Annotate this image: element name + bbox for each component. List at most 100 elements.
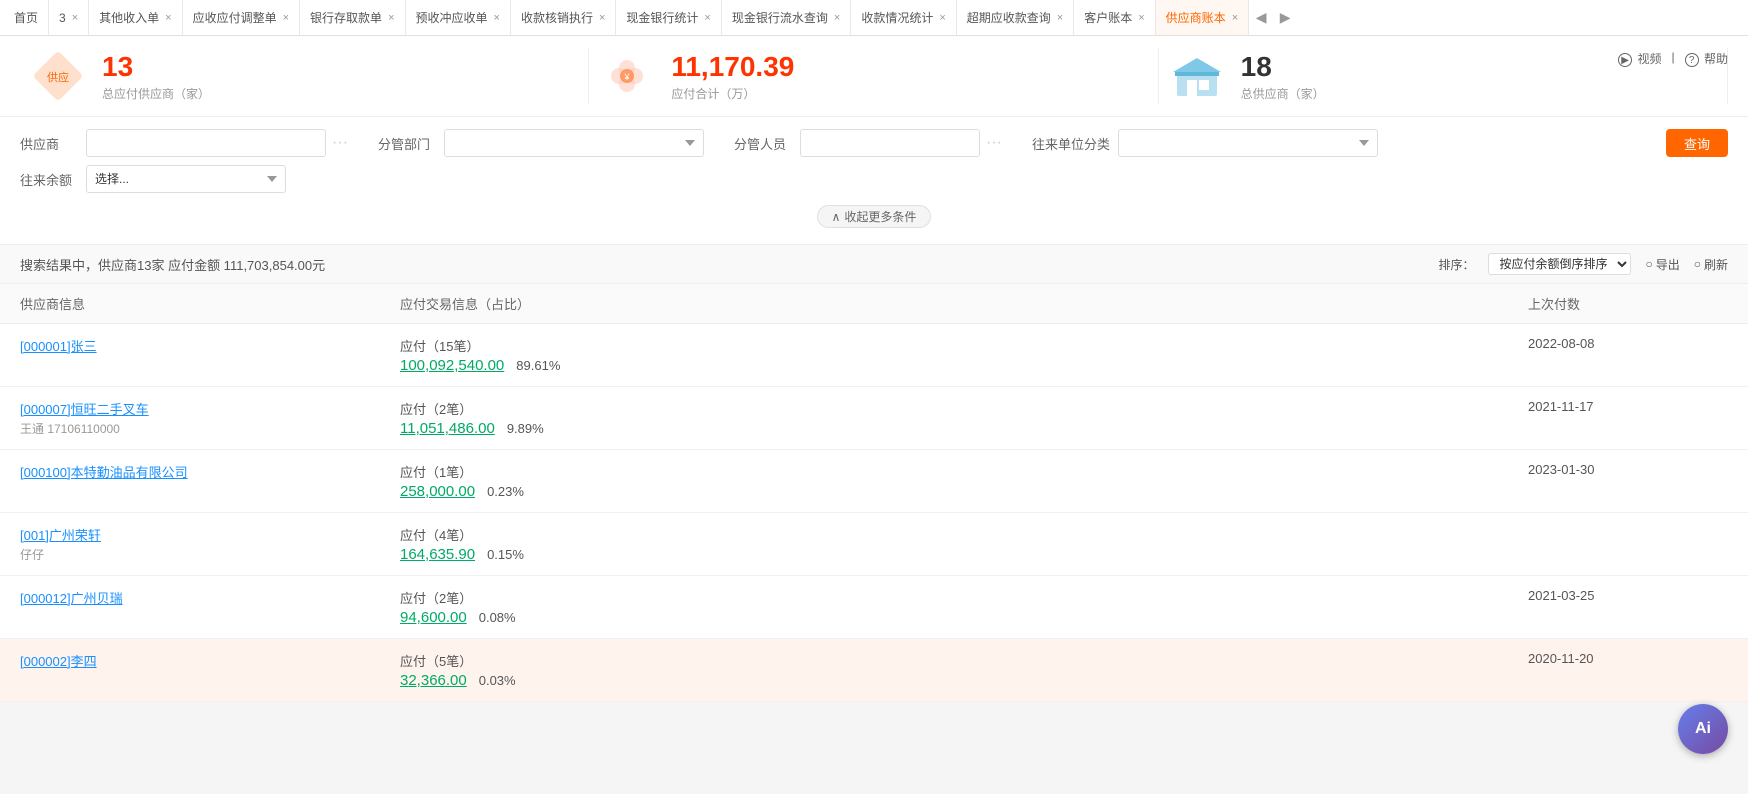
ai-label: Ai: [1695, 720, 1711, 738]
tab-receipt-stats-close[interactable]: ×: [939, 12, 945, 24]
export-icon: ○: [1645, 257, 1652, 271]
tab-other-income-close[interactable]: ×: [165, 12, 171, 24]
tab-3[interactable]: 3 ×: [49, 0, 89, 36]
transaction-percent: 89.61%: [516, 358, 560, 373]
table-row[interactable]: [000001]张三 应付（15笔） 100,092,540.00 89.61%…: [0, 324, 1748, 387]
header-supplier: 供应商信息: [20, 294, 400, 313]
tab-cash-bank-stats[interactable]: 现金银行统计 ×: [616, 0, 721, 36]
table-row[interactable]: [000100]本特勤油品有限公司 应付（1笔） 258,000.00 0.23…: [0, 450, 1748, 513]
supplier-cell: [000007]恒旺二手叉车 王通 17106110000: [20, 399, 400, 437]
payable-suppliers-label: 总应付供应商（家）: [102, 85, 210, 102]
video-icon: ▶: [1618, 53, 1632, 67]
search-button[interactable]: 查询: [1666, 129, 1728, 157]
tab-cash-bank-flow[interactable]: 现金银行流水查询 ×: [722, 0, 851, 36]
tab-receipt-exec-label: 收款核销执行: [521, 9, 593, 26]
tab-receipt-exec-close[interactable]: ×: [599, 12, 605, 24]
transaction-percent: 9.89%: [507, 421, 544, 436]
lastpay-cell: 2022-08-08: [1528, 336, 1728, 351]
table-row[interactable]: [000002]李四 应付（5笔） 32,366.00 0.03% 2020-1…: [0, 639, 1748, 702]
tab-receipt-stats[interactable]: 收款情况统计 ×: [851, 0, 956, 36]
transaction-amount[interactable]: 94,600.00: [400, 609, 467, 626]
tab-supplier-ledger-close[interactable]: ×: [1232, 12, 1238, 24]
supplier-link[interactable]: [001]广州荣轩: [20, 525, 400, 544]
summary-card-payable-amount: ¥ 11,170.39 应付合计（万）: [589, 48, 1158, 104]
tab-overdue-ar-close[interactable]: ×: [1057, 12, 1063, 24]
tab-home-label: 首页: [14, 9, 38, 26]
transaction-amount[interactable]: 100,092,540.00: [400, 357, 504, 374]
tab-supplier-ledger-label: 供应商账本: [1166, 9, 1226, 26]
transaction-amount[interactable]: 11,051,486.00: [400, 420, 495, 437]
balance-select[interactable]: 选择...: [86, 165, 286, 193]
video-link[interactable]: ▶ 视频: [1618, 50, 1661, 67]
transaction-label: 应付（15笔）: [400, 336, 1528, 355]
tab-customer-ledger-close[interactable]: ×: [1138, 12, 1144, 24]
filter-row-2: 往来余额 选择...: [20, 165, 1728, 193]
tab-supplier-ledger[interactable]: 供应商账本 ×: [1156, 0, 1249, 36]
transaction-percent: 0.03%: [479, 673, 516, 688]
svg-text:供应: 供应: [47, 70, 69, 84]
supplier-link[interactable]: [000007]恒旺二手叉车: [20, 399, 400, 418]
filter-balance: 往来余额 选择...: [20, 165, 286, 193]
tab-bar: 首页 3 × 其他收入单 × 应收应付调整单 × 银行存取款单 × 预收冲应收单…: [0, 0, 1748, 36]
transaction-amount[interactable]: 164,635.90: [400, 546, 475, 563]
tab-ar-ap-adjust-close[interactable]: ×: [283, 12, 289, 24]
store-icon: [1169, 48, 1225, 104]
person-ellipsis[interactable]: ···: [986, 134, 1002, 152]
person-input[interactable]: [800, 129, 980, 157]
supplier-link[interactable]: [000012]广州贝瑞: [20, 588, 400, 607]
payable-suppliers-number: 13: [102, 50, 210, 84]
table-row[interactable]: [000012]广州贝瑞 应付（2笔） 94,600.00 0.08% 2021…: [0, 576, 1748, 639]
separator: |: [1672, 50, 1675, 67]
tab-nav-left[interactable]: ◀: [1249, 0, 1273, 36]
ai-button[interactable]: Ai: [1678, 704, 1728, 754]
tab-overdue-ar[interactable]: 超期应收款查询 ×: [957, 0, 1074, 36]
tab-home[interactable]: 首页: [4, 0, 49, 36]
transaction-amount[interactable]: 32,366.00: [400, 672, 467, 689]
payable-amount-content: 11,170.39 应付合计（万）: [671, 50, 794, 103]
result-actions: 排序： 按应付余额倒序排序 ○ 导出 ○ 刷新: [1438, 253, 1728, 275]
balance-label: 往来余额: [20, 170, 80, 189]
supplier-link[interactable]: [000100]本特勤油品有限公司: [20, 462, 400, 481]
transaction-label: 应付（4笔）: [400, 525, 1528, 544]
header-lastpay: 上次付数: [1528, 294, 1728, 313]
lastpay-cell: 2021-11-17: [1528, 399, 1728, 414]
supplier-cell: [000002]李四: [20, 651, 400, 670]
refresh-icon: ○: [1694, 257, 1701, 271]
tab-receipt-exec[interactable]: 收款核销执行 ×: [511, 0, 616, 36]
collapse-button[interactable]: ∧ 收起更多条件: [817, 205, 932, 228]
table-row[interactable]: [000007]恒旺二手叉车 王通 17106110000 应付（2笔） 11,…: [0, 387, 1748, 450]
tab-prepay-offset-close[interactable]: ×: [494, 12, 500, 24]
tab-cash-bank-stats-close[interactable]: ×: [704, 12, 710, 24]
tab-prepay-offset[interactable]: 预收冲应收单 ×: [406, 0, 511, 36]
collapse-area: ∧ 收起更多条件: [20, 201, 1728, 236]
supplier-link[interactable]: [000001]张三: [20, 336, 400, 355]
table-scroll-area[interactable]: [000001]张三 应付（15笔） 100,092,540.00 89.61%…: [0, 324, 1748, 702]
tab-customer-ledger[interactable]: 客户账本 ×: [1074, 0, 1155, 36]
table-row[interactable]: [001]广州荣轩 仔仔 应付（4笔） 164,635.90 0.15%: [0, 513, 1748, 576]
tab-receipt-stats-label: 收款情况统计: [861, 9, 933, 26]
export-button[interactable]: ○ 导出: [1645, 256, 1679, 273]
department-select[interactable]: [444, 129, 704, 157]
category-select[interactable]: [1118, 129, 1378, 157]
transaction-label: 应付（2笔）: [400, 399, 1528, 418]
tab-cash-bank-flow-close[interactable]: ×: [834, 12, 840, 24]
tab-ar-ap-adjust[interactable]: 应收应付调整单 ×: [183, 0, 300, 36]
transaction-amount[interactable]: 258,000.00: [400, 483, 475, 500]
department-label: 分管部门: [378, 134, 438, 153]
tab-bank-deposit[interactable]: 银行存取款单 ×: [300, 0, 405, 36]
sort-label: 排序：: [1438, 256, 1474, 273]
help-link[interactable]: ? 帮助: [1685, 50, 1728, 67]
tab-3-close[interactable]: ×: [72, 12, 78, 24]
sort-select[interactable]: 按应付余额倒序排序: [1488, 253, 1631, 275]
total-suppliers-content: 18 总供应商（家）: [1241, 50, 1325, 103]
last-pay-date: 2023-01-30: [1528, 462, 1595, 477]
tab-nav-right[interactable]: ▶: [1273, 0, 1297, 36]
tab-other-income[interactable]: 其他收入单 ×: [89, 0, 182, 36]
lastpay-cell: 2020-11-20: [1528, 651, 1728, 666]
tab-bank-deposit-close[interactable]: ×: [388, 12, 394, 24]
supplier-ellipsis[interactable]: ···: [332, 134, 348, 152]
category-label: 往来单位分类: [1032, 134, 1112, 153]
supplier-link[interactable]: [000002]李四: [20, 651, 400, 670]
supplier-input[interactable]: [86, 129, 326, 157]
refresh-button[interactable]: ○ 刷新: [1694, 256, 1728, 273]
